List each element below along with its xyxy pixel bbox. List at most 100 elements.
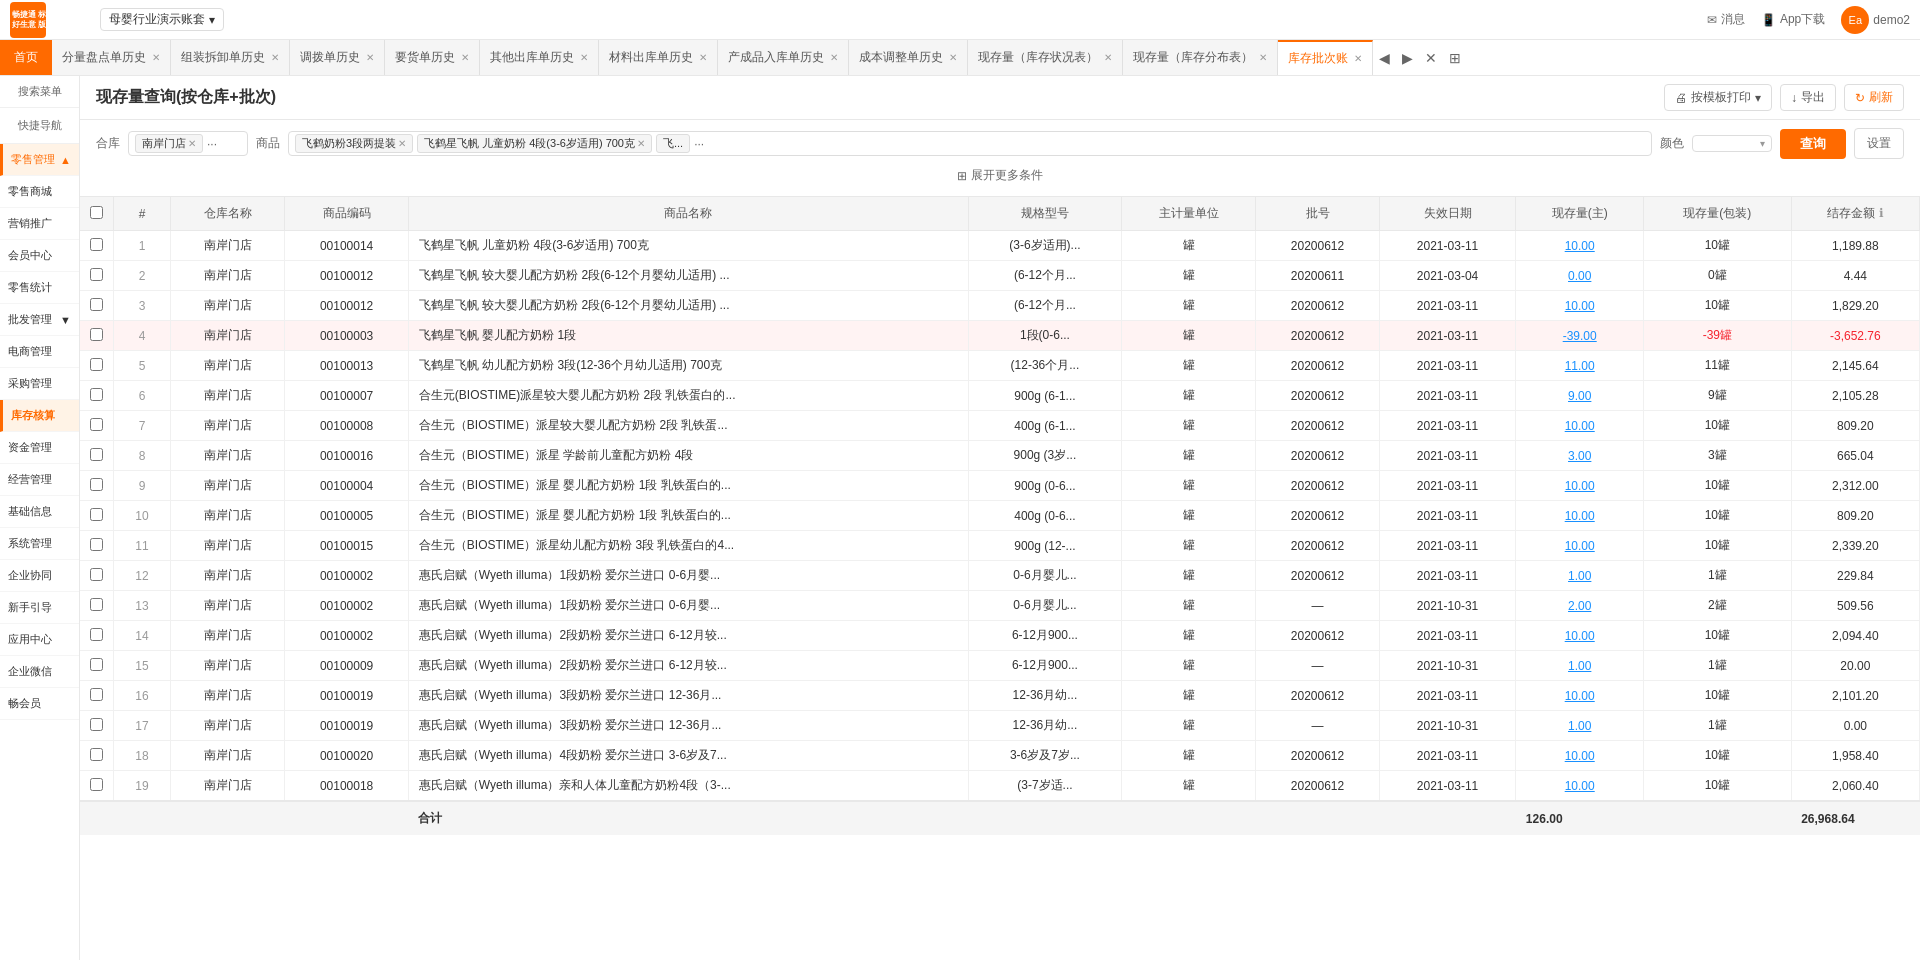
messages-button[interactable]: ✉ 消息: [1707, 11, 1745, 28]
tab-xiancunliang-kuangtai[interactable]: 现存量（库存状况表） ✕: [968, 40, 1123, 75]
tab-next-button[interactable]: ▶: [1396, 40, 1419, 75]
row-qty-main[interactable]: 0.00: [1516, 261, 1644, 291]
sidebar-item-dianshang[interactable]: 电商管理: [0, 336, 79, 368]
tab-diaobodian[interactable]: 调拨单历史 ✕: [290, 40, 385, 75]
user-profile[interactable]: Ea demo2: [1841, 6, 1910, 34]
remove-warehouse-tag-icon[interactable]: ✕: [188, 138, 196, 149]
color-filter-input[interactable]: ▾: [1692, 135, 1772, 152]
col-checkbox[interactable]: [80, 197, 114, 231]
row-checkbox-13[interactable]: [80, 621, 114, 651]
product-filter-input[interactable]: 飞鹤奶粉3段两提装 ✕ 飞鹤星飞帆 儿童奶粉 4段(3-6岁适用) 700克 ✕…: [288, 131, 1652, 156]
expand-conditions-button[interactable]: ⊞ 展开更多条件: [949, 163, 1051, 188]
row-checkbox-0[interactable]: [80, 231, 114, 261]
tab-fenliangpandian[interactable]: 分量盘点单历史 ✕: [52, 40, 171, 75]
row-checkbox-14[interactable]: [80, 651, 114, 681]
setting-button[interactable]: 设置: [1854, 128, 1904, 159]
tab-qita-chuku[interactable]: 其他出库单历史 ✕: [480, 40, 599, 75]
sidebar-item-xitongguanli[interactable]: 系统管理: [0, 528, 79, 560]
row-checkbox-15[interactable]: [80, 681, 114, 711]
row-qty-main[interactable]: 3.00: [1516, 441, 1644, 471]
row-qty-main[interactable]: 1.00: [1516, 561, 1644, 591]
row-qty-main[interactable]: 9.00: [1516, 381, 1644, 411]
warehouse-tag-nananmendian[interactable]: 南岸门店 ✕: [135, 134, 203, 153]
tab-close-icon[interactable]: ✕: [1354, 53, 1362, 64]
row-qty-main[interactable]: 10.00: [1516, 471, 1644, 501]
row-checkbox-2[interactable]: [80, 291, 114, 321]
sidebar-item-caigou[interactable]: 采购管理: [0, 368, 79, 400]
sidebar-item-qiyexietong[interactable]: 企业协同: [0, 560, 79, 592]
filter-more-icon[interactable]: ···: [207, 137, 217, 151]
tab-yaohuo[interactable]: 要货单历史 ✕: [385, 40, 480, 75]
color-filter-chevron-icon[interactable]: ▾: [1760, 138, 1765, 149]
tab-more-button[interactable]: ⊞: [1443, 40, 1467, 75]
row-qty-main[interactable]: 2.00: [1516, 591, 1644, 621]
tab-chengben-tiaozheng[interactable]: 成本调整单历史 ✕: [849, 40, 968, 75]
row-qty-main[interactable]: 1.00: [1516, 651, 1644, 681]
product-tag-1[interactable]: 飞鹤奶粉3段两提装 ✕: [295, 134, 413, 153]
sidebar-item-pifaguanli[interactable]: 批发管理 ▼: [0, 304, 79, 336]
tab-kucun-pici[interactable]: 库存批次账 ✕: [1278, 40, 1373, 75]
row-qty-main[interactable]: 10.00: [1516, 741, 1644, 771]
sidebar-item-yingxiao[interactable]: 营销推广: [0, 208, 79, 240]
row-checkbox-7[interactable]: [80, 441, 114, 471]
row-qty-main[interactable]: 10.00: [1516, 231, 1644, 261]
sidebar-item-yingyongzhongxin[interactable]: 应用中心: [0, 624, 79, 656]
tab-close-icon[interactable]: ✕: [366, 52, 374, 63]
product-tag-2[interactable]: 飞鹤星飞帆 儿童奶粉 4段(3-6岁适用) 700克 ✕: [417, 134, 652, 153]
row-checkbox-11[interactable]: [80, 561, 114, 591]
account-dropdown[interactable]: 母婴行业演示账套 ▾: [100, 8, 224, 31]
sidebar-item-jingying[interactable]: 经营管理: [0, 464, 79, 496]
tab-prev-button[interactable]: ◀: [1373, 40, 1396, 75]
sidebar-item-kucunhesuan[interactable]: 库存核算: [0, 400, 79, 432]
sidebar-item-huiyuan[interactable]: 会员中心: [0, 240, 79, 272]
row-checkbox-4[interactable]: [80, 351, 114, 381]
row-qty-main[interactable]: 10.00: [1516, 411, 1644, 441]
tab-close-icon[interactable]: ✕: [580, 52, 588, 63]
row-qty-main[interactable]: 11.00: [1516, 351, 1644, 381]
tab-close-icon[interactable]: ✕: [1104, 52, 1112, 63]
tab-close-icon[interactable]: ✕: [152, 52, 160, 63]
refresh-button[interactable]: ↻ 刷新: [1844, 84, 1904, 111]
sidebar-search[interactable]: 搜索菜单: [0, 76, 79, 108]
tab-xiancunliang-fenbiao[interactable]: 现存量（库存分布表） ✕: [1123, 40, 1278, 75]
row-qty-main[interactable]: 10.00: [1516, 291, 1644, 321]
row-checkbox-3[interactable]: [80, 321, 114, 351]
sidebar-item-qiyeweixin[interactable]: 企业微信: [0, 656, 79, 688]
tab-close-icon[interactable]: ✕: [1259, 52, 1267, 63]
sidebar-item-lingshouchengcheng[interactable]: 零售商城: [0, 176, 79, 208]
row-checkbox-10[interactable]: [80, 531, 114, 561]
row-qty-main[interactable]: 10.00: [1516, 501, 1644, 531]
tab-close-icon[interactable]: ✕: [949, 52, 957, 63]
row-qty-main[interactable]: 1.00: [1516, 711, 1644, 741]
print-button[interactable]: 🖨 按模板打印 ▾: [1664, 84, 1772, 111]
tab-close-icon[interactable]: ✕: [271, 52, 279, 63]
tab-zuzhangchaijian[interactable]: 组装拆卸单历史 ✕: [171, 40, 290, 75]
query-button[interactable]: 查询: [1780, 129, 1846, 159]
remove-product-tag-2-icon[interactable]: ✕: [637, 138, 645, 149]
amount-info-icon[interactable]: ℹ: [1879, 206, 1884, 220]
row-checkbox-18[interactable]: [80, 771, 114, 802]
sidebar-item-xinshouyindao[interactable]: 新手引导: [0, 592, 79, 624]
tab-cailiao-chuku[interactable]: 材料出库单历史 ✕: [599, 40, 718, 75]
sidebar-item-jichuxinxi[interactable]: 基础信息: [0, 496, 79, 528]
sidebar-quick-nav[interactable]: 快捷导航: [0, 108, 79, 144]
tab-close-icon[interactable]: ✕: [699, 52, 707, 63]
tab-home[interactable]: 首页: [0, 40, 52, 75]
row-qty-main[interactable]: 10.00: [1516, 681, 1644, 711]
export-button[interactable]: ↓ 导出: [1780, 84, 1836, 111]
row-checkbox-16[interactable]: [80, 711, 114, 741]
tab-close-icon[interactable]: ✕: [830, 52, 838, 63]
row-checkbox-17[interactable]: [80, 741, 114, 771]
row-checkbox-5[interactable]: [80, 381, 114, 411]
tab-chanpin-ruku[interactable]: 产成品入库单历史 ✕: [718, 40, 849, 75]
tab-close-icon[interactable]: ✕: [461, 52, 469, 63]
row-qty-main[interactable]: -39.00: [1516, 321, 1644, 351]
row-checkbox-9[interactable]: [80, 501, 114, 531]
row-checkbox-6[interactable]: [80, 411, 114, 441]
remove-product-tag-1-icon[interactable]: ✕: [398, 138, 406, 149]
row-qty-main[interactable]: 10.00: [1516, 531, 1644, 561]
row-checkbox-12[interactable]: [80, 591, 114, 621]
warehouse-filter-input[interactable]: 南岸门店 ✕ ···: [128, 131, 248, 156]
sidebar-item-lingshoudguanli[interactable]: 零售管理 ▲: [0, 144, 79, 176]
product-filter-more-icon[interactable]: ···: [694, 137, 704, 151]
